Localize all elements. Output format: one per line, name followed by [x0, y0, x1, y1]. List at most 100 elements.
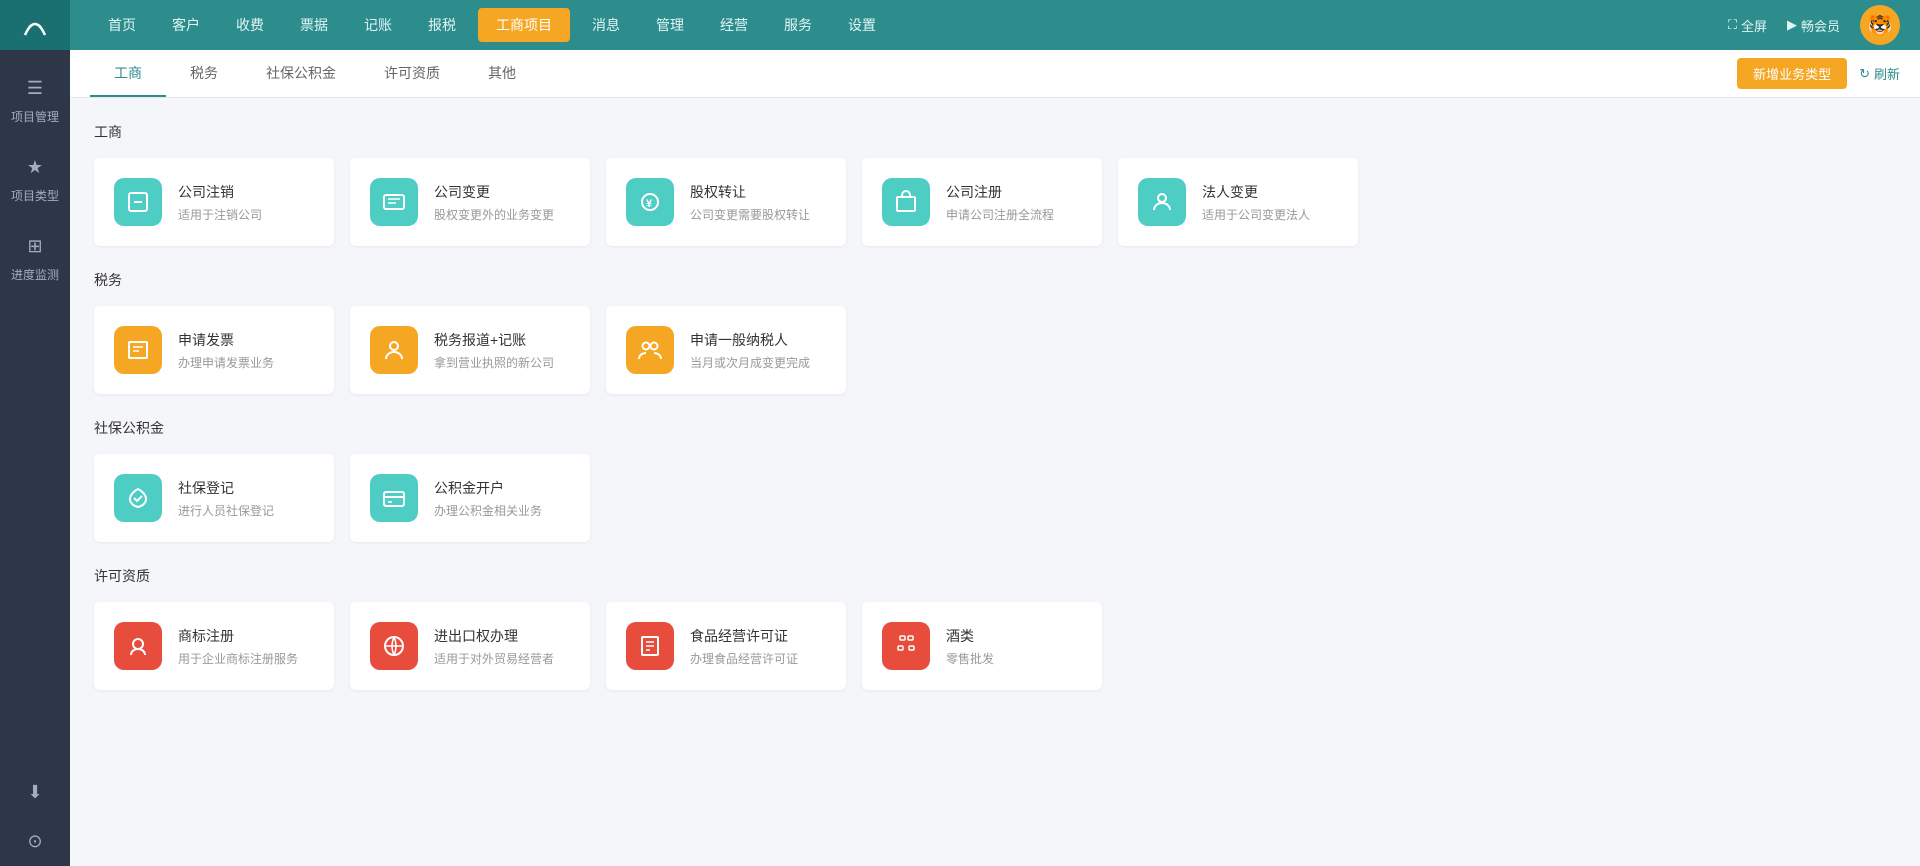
card-desc: 办理申请发票业务: [178, 354, 314, 371]
nav-item-票据[interactable]: 票据: [282, 0, 346, 50]
sidebar-download-btn[interactable]: ⬇: [0, 768, 70, 817]
nav-item-管理[interactable]: 管理: [638, 0, 702, 50]
card-item[interactable]: 社保登记 进行人员社保登记: [94, 454, 334, 542]
nav-item-报税[interactable]: 报税: [410, 0, 474, 50]
card-title: 申请一般纳税人: [690, 330, 826, 350]
tabs: 工商 税务 社保公积金 许可资质 其他: [90, 50, 540, 97]
nav-item-经营[interactable]: 经营: [702, 0, 766, 50]
cards-grid: 商标注册 用于企业商标注册服务 进出口权办理 适用于对外贸易经营者 食品经营许可…: [94, 602, 1896, 690]
card-icon: [114, 622, 162, 670]
card-icon: [114, 326, 162, 374]
card-item[interactable]: 公司注册 申请公司注册全流程: [862, 158, 1102, 246]
card-desc: 适用于注销公司: [178, 206, 314, 223]
nav-item-设置[interactable]: 设置: [830, 0, 894, 50]
card-title: 法人变更: [1202, 182, 1338, 202]
card-info: 食品经营许可证 办理食品经营许可证: [690, 626, 826, 667]
card-title: 税务报道+记账: [434, 330, 570, 350]
card-info: 法人变更 适用于公司变更法人: [1202, 182, 1338, 223]
card-item[interactable]: 进出口权办理 适用于对外贸易经营者: [350, 602, 590, 690]
card-item[interactable]: 法人变更 适用于公司变更法人: [1118, 158, 1358, 246]
card-item[interactable]: 申请一般纳税人 当月或次月成变更完成: [606, 306, 846, 394]
card-icon: [1138, 178, 1186, 226]
tab-shuiwu[interactable]: 税务: [166, 50, 242, 97]
card-title: 公积金开户: [434, 478, 570, 498]
tab-gongshang[interactable]: 工商: [90, 50, 166, 97]
nav-item-工商项目[interactable]: 工商项目: [478, 8, 570, 42]
card-icon: ¥: [626, 178, 674, 226]
card-title: 商标注册: [178, 626, 314, 646]
card-icon: [882, 622, 930, 670]
card-item[interactable]: 酒类 零售批发: [862, 602, 1102, 690]
logo: [0, 0, 70, 50]
nav-item-消息[interactable]: 消息: [574, 0, 638, 50]
card-info: 申请一般纳税人 当月或次月成变更完成: [690, 330, 826, 371]
card-desc: 零售批发: [946, 650, 1082, 667]
card-item[interactable]: 税务报道+记账 拿到营业执照的新公司: [350, 306, 590, 394]
card-desc: 股权变更外的业务变更: [434, 206, 570, 223]
section-title: 社保公积金: [94, 418, 1896, 438]
nav-right: ⛶ 全屏 ▶ 畅会员 🐯: [1728, 5, 1920, 45]
card-item[interactable]: ¥ 股权转让 公司变更需要股权转让: [606, 158, 846, 246]
card-item[interactable]: 商标注册 用于企业商标注册服务: [94, 602, 334, 690]
card-item[interactable]: 申请发票 办理申请发票业务: [94, 306, 334, 394]
card-info: 进出口权办理 适用于对外贸易经营者: [434, 626, 570, 667]
card-title: 股权转让: [690, 182, 826, 202]
nav-item-客户[interactable]: 客户: [154, 0, 218, 50]
card-icon: [370, 622, 418, 670]
nav-item-收费[interactable]: 收费: [218, 0, 282, 50]
card-item[interactable]: 公司注销 适用于注销公司: [94, 158, 334, 246]
card-info: 公司注册 申请公司注册全流程: [946, 182, 1082, 223]
section-许可资质: 许可资质 商标注册 用于企业商标注册服务 进出口权办理 适用于对外贸易经营者 食…: [94, 566, 1896, 690]
fullscreen-btn[interactable]: ⛶ 全屏: [1728, 16, 1767, 35]
card-desc: 申请公司注册全流程: [946, 206, 1082, 223]
card-icon: [882, 178, 930, 226]
nav-item-首页[interactable]: 首页: [90, 0, 154, 50]
cards-grid: 社保登记 进行人员社保登记 公积金开户 办理公积金相关业务: [94, 454, 1896, 542]
card-title: 酒类: [946, 626, 1082, 646]
card-title: 社保登记: [178, 478, 314, 498]
tab-xuke[interactable]: 许可资质: [360, 50, 464, 97]
card-info: 社保登记 进行人员社保登记: [178, 478, 314, 519]
section-title: 许可资质: [94, 566, 1896, 586]
sidebar-item-project-management[interactable]: ☰ 项目管理: [0, 60, 70, 139]
section-社保公积金: 社保公积金 社保登记 进行人员社保登记 公积金开户 办理公积金相关业务: [94, 418, 1896, 542]
card-title: 公司注销: [178, 182, 314, 202]
project-type-icon: ★: [21, 153, 49, 181]
sidebar-item-project-type[interactable]: ★ 项目类型: [0, 139, 70, 218]
tab-bar: 工商 税务 社保公积金 许可资质 其他 新增业务类型 ↻ 刷新: [70, 50, 1920, 98]
nav-item-记账[interactable]: 记账: [346, 0, 410, 50]
card-info: 公司注销 适用于注销公司: [178, 182, 314, 223]
card-info: 商标注册 用于企业商标注册服务: [178, 626, 314, 667]
new-business-type-button[interactable]: 新增业务类型: [1737, 58, 1847, 89]
card-desc: 进行人员社保登记: [178, 502, 314, 519]
section-税务: 税务 申请发票 办理申请发票业务 税务报道+记账 拿到营业执照的新公司 申请一般…: [94, 270, 1896, 394]
card-icon: [626, 622, 674, 670]
cards-grid: 申请发票 办理申请发票业务 税务报道+记账 拿到营业执照的新公司 申请一般纳税人…: [94, 306, 1896, 394]
sidebar-settings-btn[interactable]: ⊙: [0, 817, 70, 866]
card-desc: 适用于对外贸易经营者: [434, 650, 570, 667]
tab-actions: 新增业务类型 ↻ 刷新: [1737, 58, 1900, 89]
scroll-content[interactable]: 工商 公司注销 适用于注销公司 公司变更 股权变更外的业务变更 ¥ 股权转让 公…: [70, 98, 1920, 866]
card-item[interactable]: 公司变更 股权变更外的业务变更: [350, 158, 590, 246]
sidebar-item-progress-monitor[interactable]: ⊞ 进度监测: [0, 218, 70, 297]
card-title: 公司变更: [434, 182, 570, 202]
tab-other[interactable]: 其他: [464, 50, 540, 97]
nav-item-服务[interactable]: 服务: [766, 0, 830, 50]
card-title: 食品经营许可证: [690, 626, 826, 646]
card-desc: 拿到营业执照的新公司: [434, 354, 570, 371]
refresh-button[interactable]: ↻ 刷新: [1859, 64, 1900, 83]
tab-shebao[interactable]: 社保公积金: [242, 50, 360, 97]
section-title: 税务: [94, 270, 1896, 290]
content-area: 工商 税务 社保公积金 许可资质 其他 新增业务类型 ↻ 刷新 工商 公司注销 …: [70, 50, 1920, 866]
card-icon: [370, 474, 418, 522]
section-title: 工商: [94, 122, 1896, 142]
card-icon: [114, 178, 162, 226]
vip-btn[interactable]: ▶ 畅会员: [1787, 16, 1840, 35]
card-icon: [370, 178, 418, 226]
settings-icon: ⊙: [27, 831, 42, 852]
top-navigation: 首页客户收费票据记账报税工商项目消息管理经营服务设置 ⛶ 全屏 ▶ 畅会员 🐯: [0, 0, 1920, 50]
svg-text:¥: ¥: [646, 198, 653, 210]
card-item[interactable]: 公积金开户 办理公积金相关业务: [350, 454, 590, 542]
card-item[interactable]: 食品经营许可证 办理食品经营许可证: [606, 602, 846, 690]
card-icon: [370, 326, 418, 374]
